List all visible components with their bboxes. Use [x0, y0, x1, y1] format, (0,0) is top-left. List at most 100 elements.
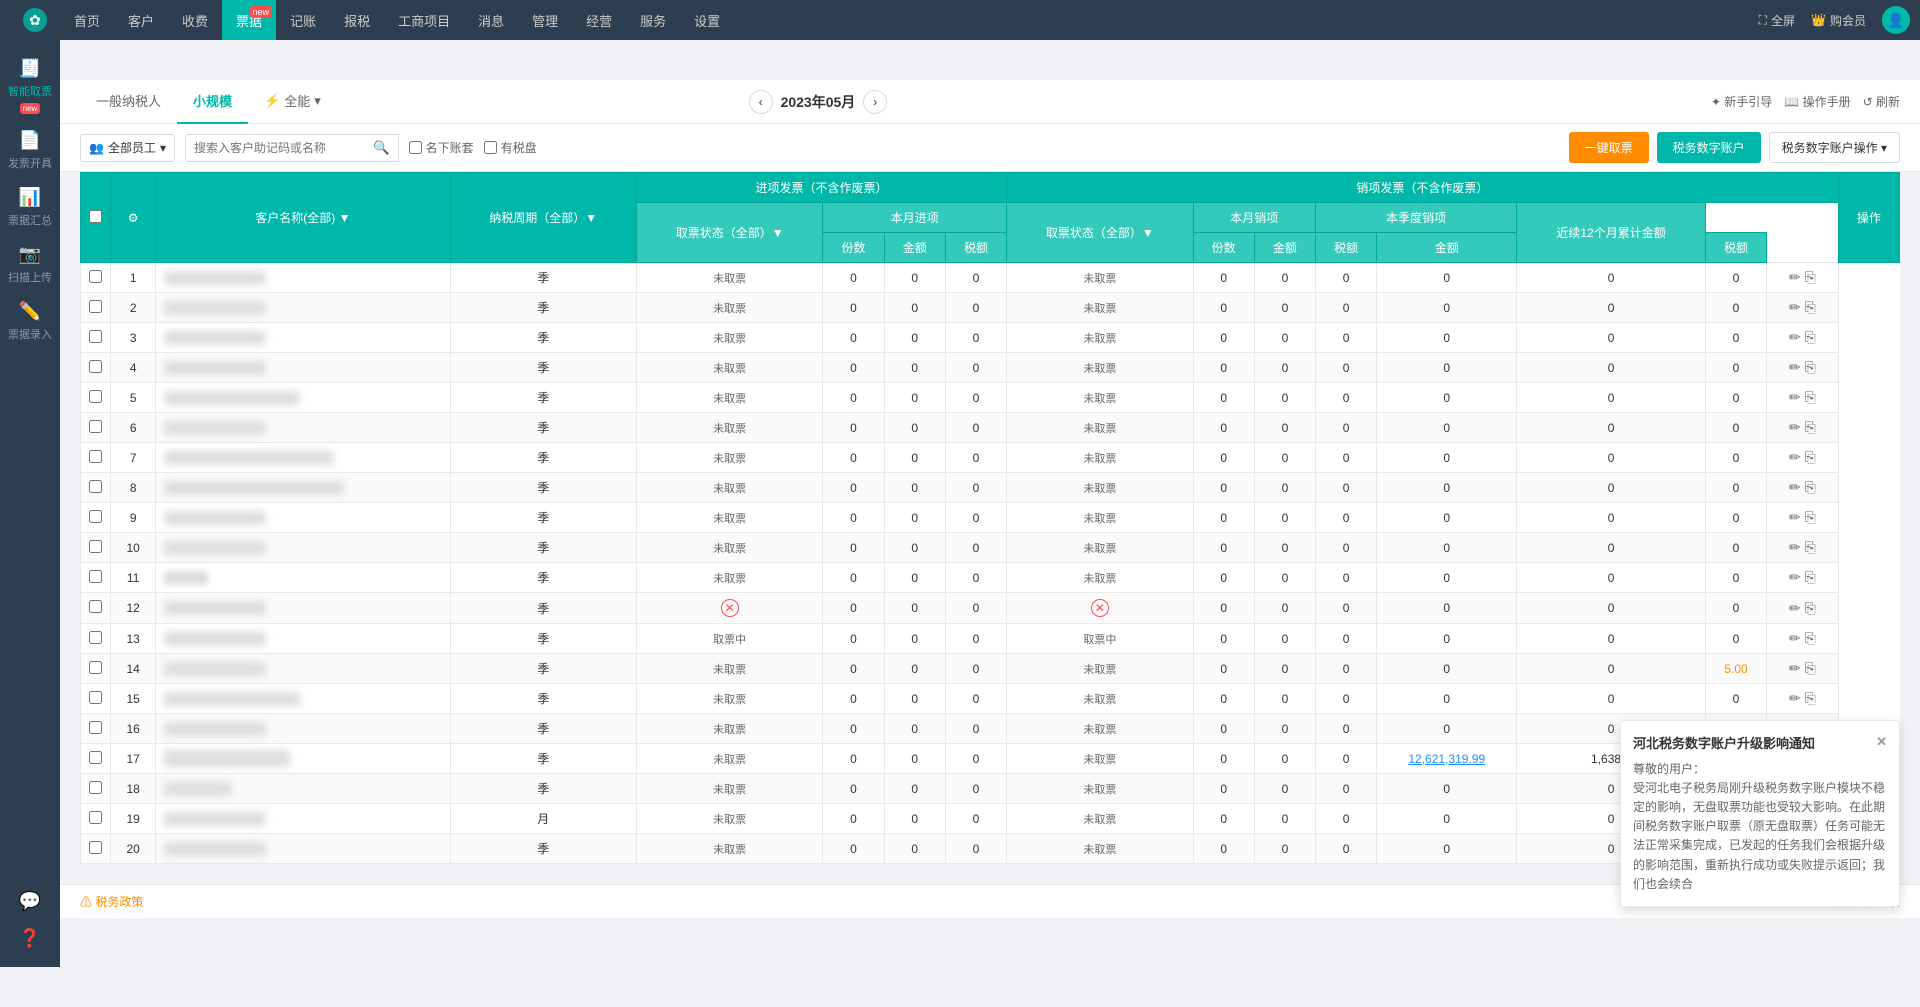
nav-service[interactable]: 服务 — [626, 0, 680, 40]
sidebar-item-invoice-entry[interactable]: ✏️ 票据录入 — [0, 293, 60, 350]
copy-btn[interactable]: ⎘ — [1805, 329, 1816, 345]
edit-btn[interactable]: ✏ — [1789, 419, 1801, 435]
row-checkbox[interactable] — [89, 390, 102, 403]
copy-btn[interactable]: ⎘ — [1805, 449, 1816, 465]
row-checkbox[interactable] — [89, 631, 102, 644]
my-accounts-checkbox-label[interactable]: 名下账套 — [409, 139, 474, 156]
user-avatar[interactable]: 👤 — [1882, 6, 1910, 34]
copy-btn[interactable]: ⎘ — [1805, 569, 1816, 585]
row-checkbox[interactable] — [89, 811, 102, 824]
logo[interactable]: ✿ — [10, 6, 60, 34]
copy-btn[interactable]: ⎘ — [1805, 630, 1816, 646]
copy-btn[interactable]: ⎘ — [1805, 419, 1816, 435]
row-checkbox[interactable] — [89, 600, 102, 613]
sidebar-item-help[interactable]: ❓ — [0, 920, 60, 957]
edit-btn[interactable]: ✏ — [1789, 479, 1801, 495]
popup-close-btn[interactable]: ✕ — [1876, 734, 1887, 750]
copy-btn[interactable]: ⎘ — [1805, 299, 1816, 315]
edit-btn[interactable]: ✏ — [1789, 630, 1801, 646]
in-status-badge: 未取票 — [713, 273, 746, 285]
nav-account[interactable]: 记账 — [276, 0, 330, 40]
fullscreen-btn[interactable]: ⛶ 全屏 — [1759, 12, 1795, 29]
nav-operation[interactable]: 经营 — [572, 0, 626, 40]
row-checkbox[interactable] — [89, 540, 102, 553]
copy-btn[interactable]: ⎘ — [1805, 269, 1816, 285]
copy-btn[interactable]: ⎘ — [1805, 690, 1816, 706]
edit-btn[interactable]: ✏ — [1789, 389, 1801, 405]
row-checkbox[interactable] — [89, 721, 102, 734]
sidebar-item-smart-invoice[interactable]: 🧾 智能取票 new — [0, 50, 60, 122]
row-quarter-amount: 0 — [1377, 383, 1517, 413]
row-checkbox[interactable] — [89, 330, 102, 343]
row-checkbox[interactable] — [89, 841, 102, 854]
sidebar-item-chat[interactable]: 💬 — [0, 883, 60, 920]
row-checkbox[interactable] — [89, 480, 102, 493]
edit-btn[interactable]: ✏ — [1789, 299, 1801, 315]
sidebar-item-invoice-summary[interactable]: 📊 票据汇总 — [0, 179, 60, 236]
copy-btn[interactable]: ⎘ — [1805, 539, 1816, 555]
edit-btn[interactable]: ✏ — [1789, 359, 1801, 375]
edit-btn[interactable]: ✏ — [1789, 660, 1801, 676]
row-checkbox[interactable] — [89, 360, 102, 373]
nav-home[interactable]: 首页 — [60, 0, 114, 40]
tab-small-scale[interactable]: 小规模 — [177, 80, 248, 124]
edit-btn[interactable]: ✏ — [1789, 690, 1801, 706]
edit-btn[interactable]: ✏ — [1789, 569, 1801, 585]
search-button[interactable]: 🔍 — [365, 134, 399, 162]
edit-btn[interactable]: ✏ — [1789, 269, 1801, 285]
row-checkbox[interactable] — [89, 300, 102, 313]
quarter-amount-link[interactable]: 12,621,319.99 — [1408, 752, 1485, 766]
edit-btn[interactable]: ✏ — [1789, 509, 1801, 525]
nav-fee[interactable]: 收费 — [168, 0, 222, 40]
tax-policy-link[interactable]: ⚠ 税务政策 — [80, 893, 143, 910]
row-in-tax: 0 — [945, 744, 1006, 774]
sidebar-item-open-invoice[interactable]: 📄 发票开具 — [0, 122, 60, 179]
row-checkbox[interactable] — [89, 570, 102, 583]
date-next-btn[interactable]: › — [863, 90, 887, 114]
nav-client[interactable]: 客户 — [114, 0, 168, 40]
edit-btn[interactable]: ✏ — [1789, 600, 1801, 616]
select-all-checkbox[interactable] — [89, 210, 102, 223]
edit-btn[interactable]: ✏ — [1789, 329, 1801, 345]
tax-digital-account-btn[interactable]: 税务数字账户 — [1657, 132, 1761, 163]
manual-btn[interactable]: 📖 操作手册 — [1784, 93, 1850, 110]
nav-invoice[interactable]: 票据 new — [222, 0, 276, 40]
row-checkbox[interactable] — [89, 781, 102, 794]
copy-btn[interactable]: ⎘ — [1805, 359, 1816, 375]
has-taxpad-checkbox-label[interactable]: 有税盘 — [484, 139, 537, 156]
employee-filter[interactable]: 👥 全部员工 ▾ — [80, 134, 175, 162]
row-in-count: 0 — [823, 714, 884, 744]
copy-btn[interactable]: ⎘ — [1805, 660, 1816, 676]
nav-manage[interactable]: 管理 — [518, 0, 572, 40]
row-checkbox[interactable] — [89, 510, 102, 523]
nav-setting[interactable]: 设置 — [680, 0, 734, 40]
nav-message[interactable]: 消息 — [464, 0, 518, 40]
row-checkbox[interactable] — [89, 661, 102, 674]
has-taxpad-checkbox[interactable] — [484, 141, 497, 154]
quick-invoice-btn[interactable]: 一键取票 — [1569, 132, 1649, 163]
new-guide-btn[interactable]: ✦ 新手引导 — [1711, 93, 1772, 110]
row-checkbox[interactable] — [89, 420, 102, 433]
copy-btn[interactable]: ⎘ — [1805, 600, 1816, 616]
refresh-btn[interactable]: ↺ 刷新 — [1863, 93, 1900, 110]
row-checkbox[interactable] — [89, 751, 102, 764]
edit-btn[interactable]: ✏ — [1789, 539, 1801, 555]
nav-tax[interactable]: 报税 — [330, 0, 384, 40]
copy-btn[interactable]: ⎘ — [1805, 389, 1816, 405]
search-input[interactable] — [185, 134, 365, 162]
tax-digital-account-ops-btn[interactable]: 税务数字账户操作 ▾ — [1769, 132, 1900, 163]
copy-btn[interactable]: ⎘ — [1805, 479, 1816, 495]
row-checkbox-cell — [81, 654, 111, 684]
copy-btn[interactable]: ⎘ — [1805, 509, 1816, 525]
date-prev-btn[interactable]: ‹ — [749, 90, 773, 114]
row-checkbox[interactable] — [89, 691, 102, 704]
nav-business[interactable]: 工商项目 — [384, 0, 464, 40]
tab-all[interactable]: ⚡ 全能 ▾ — [248, 80, 337, 124]
tab-general-taxpayer[interactable]: 一般纳税人 — [80, 80, 177, 124]
row-checkbox[interactable] — [89, 450, 102, 463]
vip-btn[interactable]: 👑 购会员 — [1811, 12, 1866, 29]
sidebar-item-scan-upload[interactable]: 📷 扫描上传 — [0, 236, 60, 293]
my-accounts-checkbox[interactable] — [409, 141, 422, 154]
edit-btn[interactable]: ✏ — [1789, 449, 1801, 465]
row-checkbox[interactable] — [89, 270, 102, 283]
